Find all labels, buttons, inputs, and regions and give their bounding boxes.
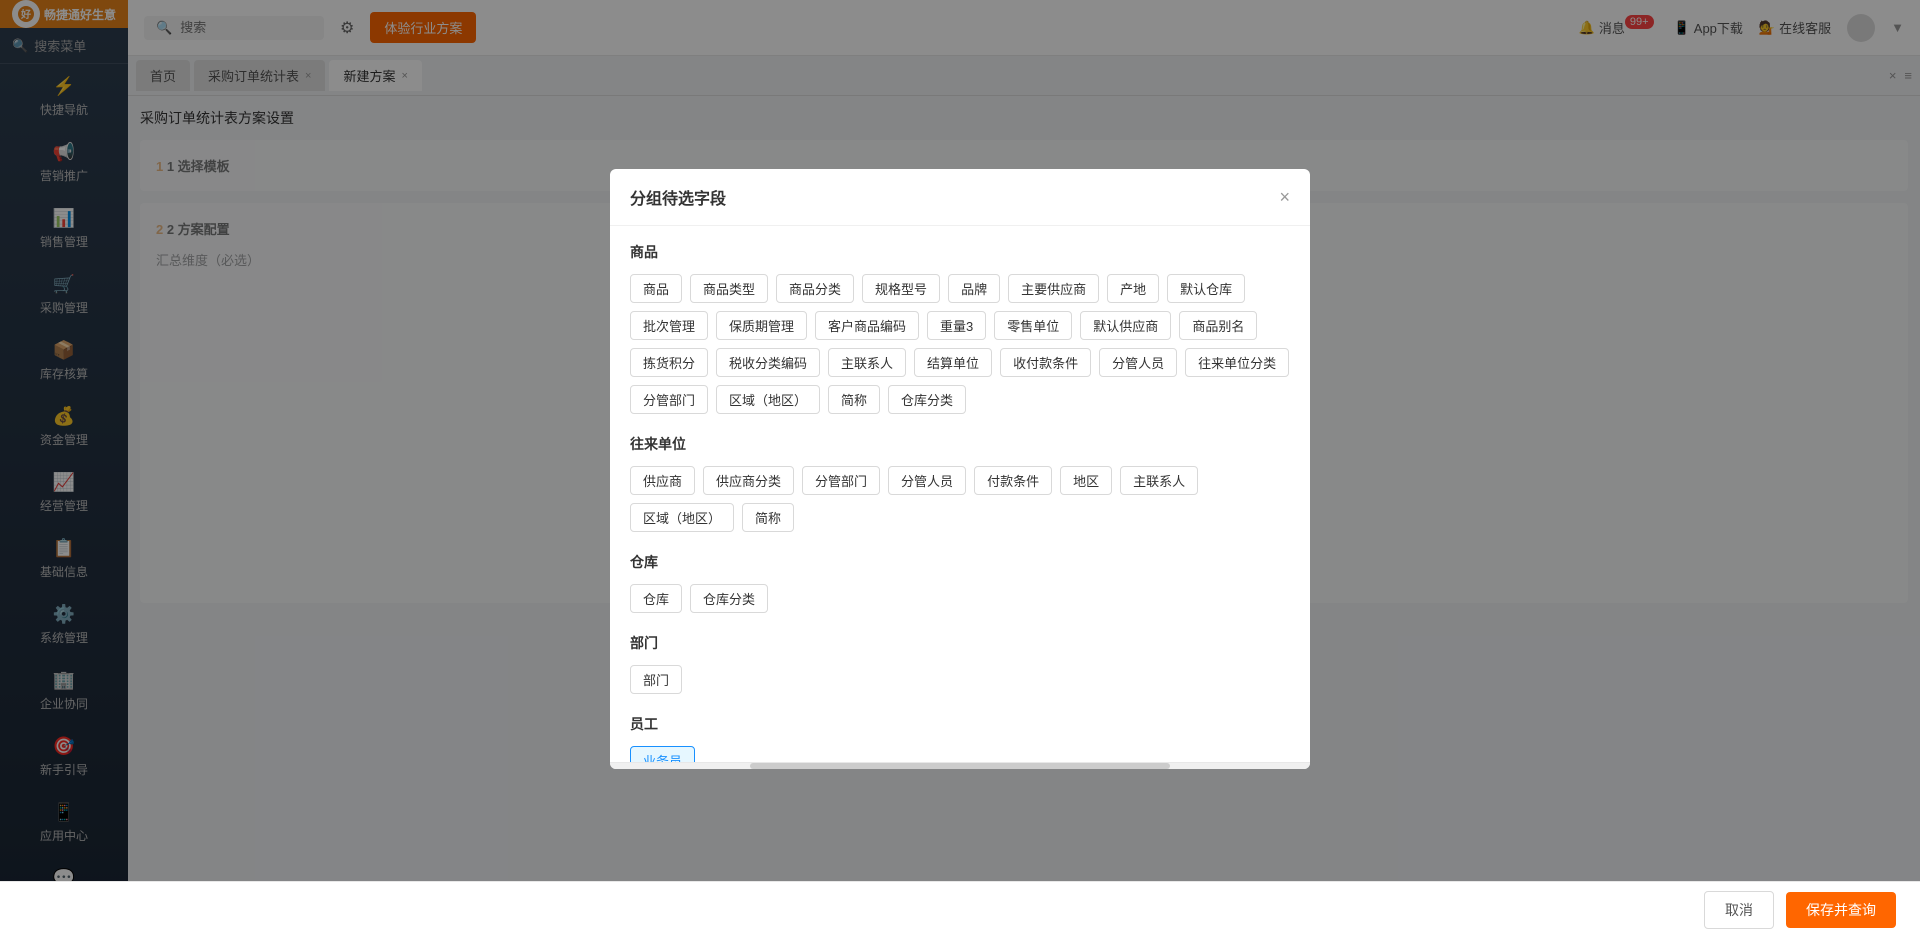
field-default-warehouse[interactable]: 默认仓库 <box>1167 274 1245 303</box>
field-warehouse[interactable]: 仓库 <box>630 584 682 613</box>
field-main-supplier[interactable]: 主要供应商 <box>1008 274 1099 303</box>
field-goods[interactable]: 商品 <box>630 274 682 303</box>
dept-field-grid: 部门 <box>630 665 1290 694</box>
cancel-button[interactable]: 取消 <box>1704 891 1774 929</box>
modal-body[interactable]: 商品 商品 商品类型 商品分类 规格型号 品牌 主要供应商 产地 默认仓库 批次… <box>610 226 1310 762</box>
warehouse-field-grid: 仓库 仓库分类 <box>630 584 1290 613</box>
save-button[interactable]: 保存并查询 <box>1786 892 1896 928</box>
field-origin[interactable]: 产地 <box>1107 274 1159 303</box>
field-spec-type[interactable]: 规格型号 <box>862 274 940 303</box>
modal-horizontal-scrollbar[interactable] <box>610 762 1310 769</box>
field-region[interactable]: 区域（地区） <box>716 385 820 414</box>
field-goods-category[interactable]: 商品分类 <box>776 274 854 303</box>
field-retail-unit[interactable]: 零售单位 <box>994 311 1072 340</box>
field-customer-code[interactable]: 客户商品编码 <box>815 311 919 340</box>
section-partner: 往来单位 供应商 供应商分类 分管部门 分管人员 付款条件 地区 主联系人 区域… <box>630 434 1290 532</box>
section-employee: 员工 业务员 <box>630 714 1290 762</box>
field-batch-mgmt[interactable]: 批次管理 <box>630 311 708 340</box>
section-employee-title: 员工 <box>630 714 1290 734</box>
section-department: 部门 部门 <box>630 633 1290 694</box>
modal-action-bar: 取消 保存并查询 <box>0 881 1920 937</box>
section-warehouse-title: 仓库 <box>630 552 1290 572</box>
modal-header: 分组待选字段 × <box>610 169 1310 226</box>
field-pickup-points[interactable]: 拣货积分 <box>630 348 708 377</box>
field-main-contact[interactable]: 主联系人 <box>828 348 906 377</box>
field-goods-type[interactable]: 商品类型 <box>690 274 768 303</box>
field-from-unit-category[interactable]: 往来单位分类 <box>1185 348 1289 377</box>
field-manager[interactable]: 分管人员 <box>1099 348 1177 377</box>
modal-title: 分组待选字段 <box>630 185 726 209</box>
field-main-contact2[interactable]: 主联系人 <box>1120 466 1198 495</box>
field-default-supplier[interactable]: 默认供应商 <box>1080 311 1171 340</box>
field-supplier-category[interactable]: 供应商分类 <box>703 466 794 495</box>
horizontal-scroll-thumb <box>750 763 1170 769</box>
field-dept2[interactable]: 分管部门 <box>802 466 880 495</box>
field-brand[interactable]: 品牌 <box>948 274 1000 303</box>
field-goods-alias[interactable]: 商品别名 <box>1179 311 1257 340</box>
section-partner-title: 往来单位 <box>630 434 1290 454</box>
field-short-name[interactable]: 简称 <box>828 385 880 414</box>
field-dept3[interactable]: 部门 <box>630 665 682 694</box>
field-warehouse-category[interactable]: 仓库分类 <box>888 385 966 414</box>
modal-close-button[interactable]: × <box>1279 188 1290 206</box>
field-quality-mgmt[interactable]: 保质期管理 <box>716 311 807 340</box>
modal-field-select: 分组待选字段 × 商品 商品 商品类型 商品分类 规格型号 品牌 主要供应商 产… <box>610 169 1310 769</box>
field-pay-terms[interactable]: 收付款条件 <box>1000 348 1091 377</box>
field-short-name2[interactable]: 简称 <box>742 503 794 532</box>
section-department-title: 部门 <box>630 633 1290 653</box>
partner-field-grid: 供应商 供应商分类 分管部门 分管人员 付款条件 地区 主联系人 区域（地区） … <box>630 466 1290 532</box>
field-supplier[interactable]: 供应商 <box>630 466 695 495</box>
field-pay-condition[interactable]: 付款条件 <box>974 466 1052 495</box>
field-salesperson[interactable]: 业务员 <box>630 746 695 762</box>
section-goods-title: 商品 <box>630 242 1290 262</box>
field-dept[interactable]: 分管部门 <box>630 385 708 414</box>
employee-field-grid: 业务员 <box>630 746 1290 762</box>
field-region2[interactable]: 地区 <box>1060 466 1112 495</box>
field-settle-unit[interactable]: 结算单位 <box>914 348 992 377</box>
goods-field-grid: 商品 商品类型 商品分类 规格型号 品牌 主要供应商 产地 默认仓库 批次管理 … <box>630 274 1290 414</box>
field-warehouse-type[interactable]: 仓库分类 <box>690 584 768 613</box>
field-weight3[interactable]: 重量3 <box>927 311 986 340</box>
section-goods: 商品 商品 商品类型 商品分类 规格型号 品牌 主要供应商 产地 默认仓库 批次… <box>630 242 1290 414</box>
field-manager2[interactable]: 分管人员 <box>888 466 966 495</box>
section-warehouse: 仓库 仓库 仓库分类 <box>630 552 1290 613</box>
field-region-area[interactable]: 区域（地区） <box>630 503 734 532</box>
field-tax-code[interactable]: 税收分类编码 <box>716 348 820 377</box>
